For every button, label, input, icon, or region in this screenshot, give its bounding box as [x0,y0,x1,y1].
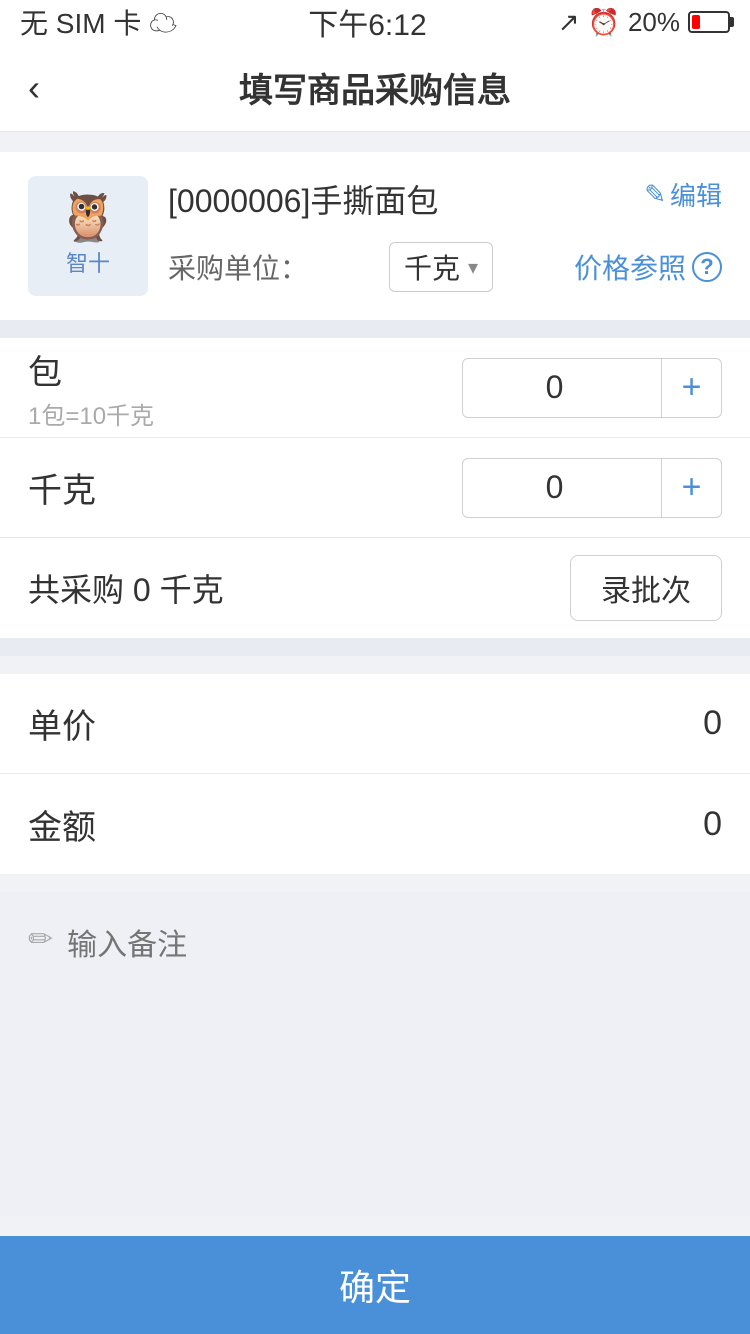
price-ref-label: 价格参照 [574,247,686,287]
unit-price-row: 单价 0 [0,674,750,774]
battery-percent: 20% [628,7,680,38]
notes-section: ✏ [0,892,750,1016]
amount-value: 0 [703,805,722,844]
summary-row: 共采购 0 千克 录批次 [0,538,750,638]
status-left: 无 SIM 卡 ☁ [20,2,177,42]
section-divider-2 [0,638,750,656]
unit-label: 采购单位： [168,247,308,287]
pencil-icon: ✏ [28,922,53,957]
quantity-section: 包 1包=10千克 + 千克 + [0,338,750,538]
notes-input[interactable] [67,920,722,988]
batch-button[interactable]: 录批次 [570,555,722,621]
bag-label-sub: 1包=10千克 [28,396,188,431]
kg-label: 千克 [28,463,188,512]
product-image-label: 智十 [66,246,110,278]
summary-text: 共采购 0 千克 [28,565,224,611]
battery-fill [692,15,701,29]
status-bar: 无 SIM 卡 ☁ 下午6:12 ↗ ⏰ 20% [0,0,750,44]
unit-price-label: 单价 [28,699,96,748]
kg-quantity-row: 千克 + [0,438,750,538]
price-ref-help-icon: ? [692,252,722,282]
back-button[interactable]: ‹ [28,67,40,109]
kg-plus-button[interactable]: + [662,458,722,518]
product-card: 🦉 智十 [0000006]手撕面包 ✎ 编辑 采购单位： 千克 ▾ 价格参照 … [0,152,750,320]
status-right: ↗ ⏰ 20% [558,7,730,38]
unit-value: 千克 [404,247,460,287]
bag-quantity-row: 包 1包=10千克 + [0,338,750,438]
kg-input-right: + [462,458,722,518]
no-sim-label: 无 SIM 卡 ☁ [20,2,177,42]
product-name: [0000006]手撕面包 [168,176,438,222]
unit-select[interactable]: 千克 ▾ [389,242,493,292]
edit-label: 编辑 [670,176,722,213]
bottom-spacer [0,1016,750,1216]
bag-label: 包 1包=10千克 [28,345,188,431]
battery-icon [688,11,730,33]
product-unit-row: 采购单位： 千克 ▾ 价格参照 ? [168,242,722,292]
amount-row: 金额 0 [0,774,750,874]
amount-label: 金额 [28,800,96,849]
bag-quantity-input[interactable] [462,358,662,418]
kg-label-main: 千克 [28,463,188,512]
price-section: 单价 0 金额 0 [0,674,750,874]
unit-price-value: 0 [703,704,722,743]
alarm-icon: ⏰ [588,7,620,38]
page-title: 填写商品采购信息 [239,63,511,112]
bag-plus-button[interactable]: + [662,358,722,418]
edit-icon: ✎ [644,179,666,210]
product-image: 🦉 智十 [28,176,148,296]
unit-dropdown-arrow: ▾ [468,255,478,280]
product-info: [0000006]手撕面包 ✎ 编辑 采购单位： 千克 ▾ 价格参照 ? [168,176,722,292]
price-ref-button[interactable]: 价格参照 ? [574,247,722,287]
confirm-button[interactable]: 确定 [0,1236,750,1334]
nav-bar: ‹ 填写商品采购信息 [0,44,750,132]
kg-quantity-input[interactable] [462,458,662,518]
bag-input-right: + [462,358,722,418]
section-divider-1 [0,320,750,338]
product-owl-icon: 🦉 [58,194,118,242]
product-edit-button[interactable]: ✎ 编辑 [644,176,722,213]
status-time: 下午6:12 [308,0,426,44]
location-icon: ↗ [558,7,580,38]
bag-label-main: 包 [28,345,188,394]
product-header: [0000006]手撕面包 ✎ 编辑 [168,176,722,222]
